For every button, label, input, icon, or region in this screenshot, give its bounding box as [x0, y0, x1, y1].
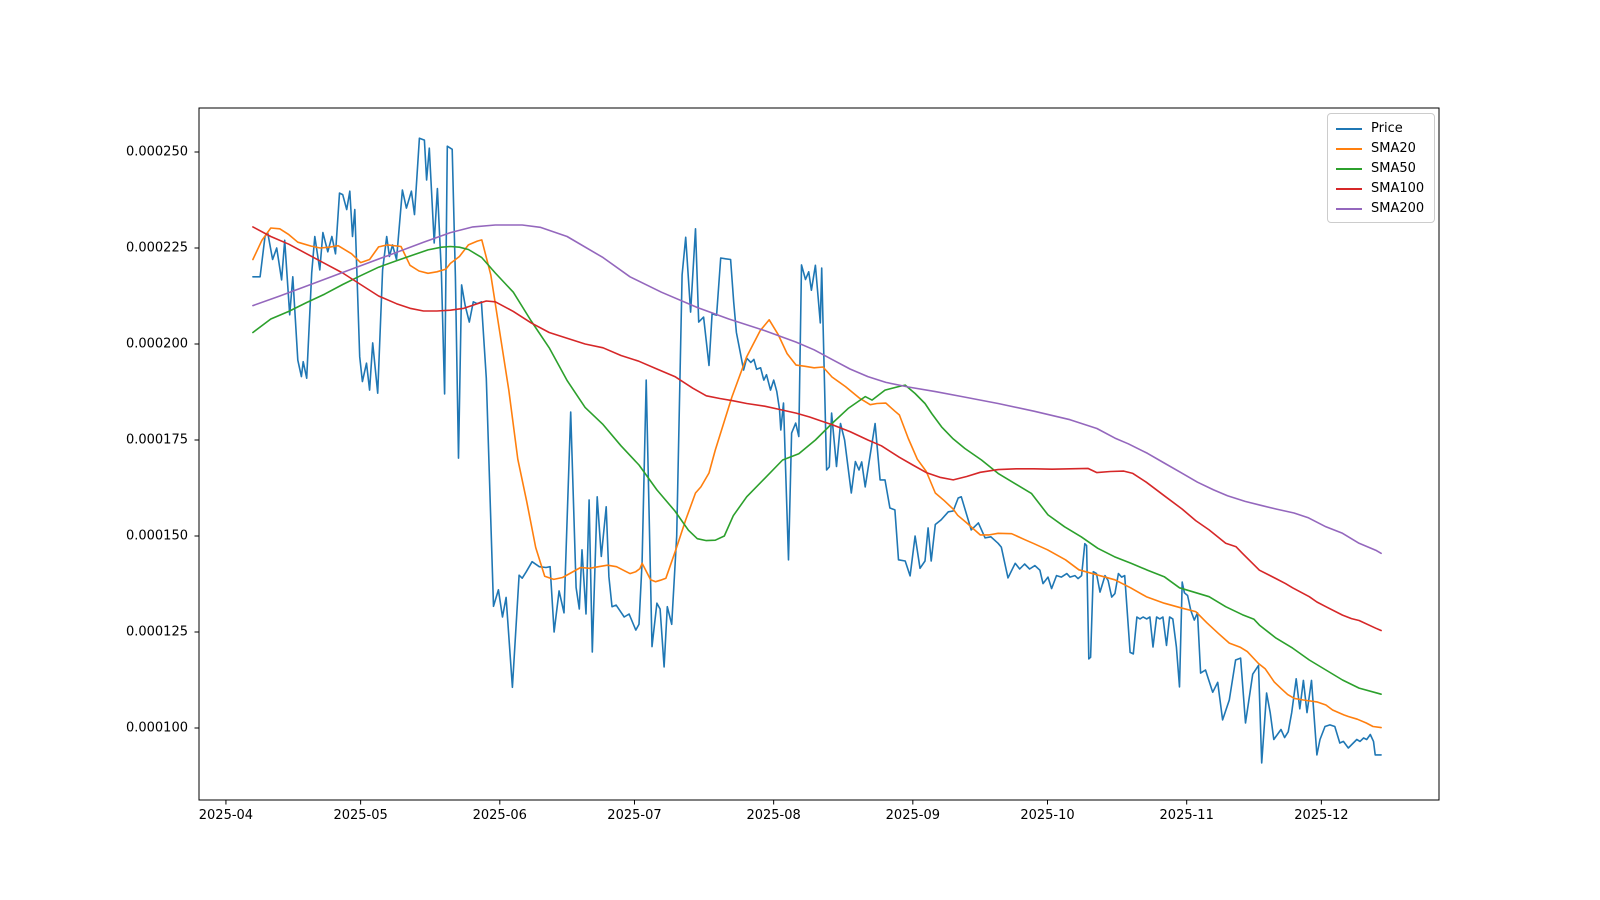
x-tick-label-2025-05: 2025-05	[333, 808, 388, 823]
plot-area	[199, 108, 1439, 800]
legend-item-sma50: SMA50	[1336, 159, 1426, 179]
legend-label-sma50: SMA50	[1371, 161, 1416, 176]
legend-item-sma100: SMA100	[1336, 179, 1426, 199]
legend-item-sma200: SMA200	[1336, 199, 1426, 219]
x-tick-label-2025-08: 2025-08	[746, 808, 801, 823]
legend-item-sma20: SMA20	[1336, 139, 1426, 159]
legend: Price SMA20 SMA50 SMA100 SMA200	[1327, 113, 1435, 223]
x-tick-label-2025-04: 2025-04	[198, 808, 254, 823]
legend-swatch-sma100	[1336, 188, 1362, 190]
legend-swatch-sma200	[1336, 208, 1362, 210]
y-tick-label-0.000150: 0.000150	[125, 528, 188, 544]
y-tick-label-0.000175: 0.000175	[125, 432, 188, 448]
y-tick-label-0.000225: 0.000225	[125, 240, 188, 256]
legend-swatch-price	[1336, 128, 1362, 130]
legend-label-sma20: SMA20	[1371, 141, 1416, 156]
x-tick-label-2025-09: 2025-09	[885, 808, 940, 823]
x-tick-label-2025-11: 2025-11	[1159, 808, 1214, 823]
legend-label-sma200: SMA200	[1371, 201, 1425, 216]
y-tick-label-0.000250: 0.000250	[125, 144, 188, 160]
x-tick-label-2025-07: 2025-07	[607, 808, 662, 823]
x-tick-label-2025-10: 2025-10	[1020, 808, 1075, 823]
y-tick-label-0.000125: 0.000125	[125, 624, 188, 640]
legend-item-price: Price	[1336, 119, 1426, 139]
legend-swatch-sma50	[1336, 168, 1362, 170]
x-tick-label-2025-06: 2025-06	[472, 808, 527, 823]
y-tick-label-0.000100: 0.000100	[125, 720, 188, 736]
y-tick-label-0.000200: 0.000200	[125, 336, 188, 352]
legend-label-price: Price	[1371, 121, 1403, 136]
legend-label-sma100: SMA100	[1371, 181, 1425, 196]
x-tick-label-2025-12: 2025-12	[1294, 808, 1349, 823]
legend-swatch-sma20	[1336, 148, 1362, 150]
chart-figure: 2025-04 2025-05 2025-06 2025-07 2025-08 2025-…	[0, 0, 1600, 900]
